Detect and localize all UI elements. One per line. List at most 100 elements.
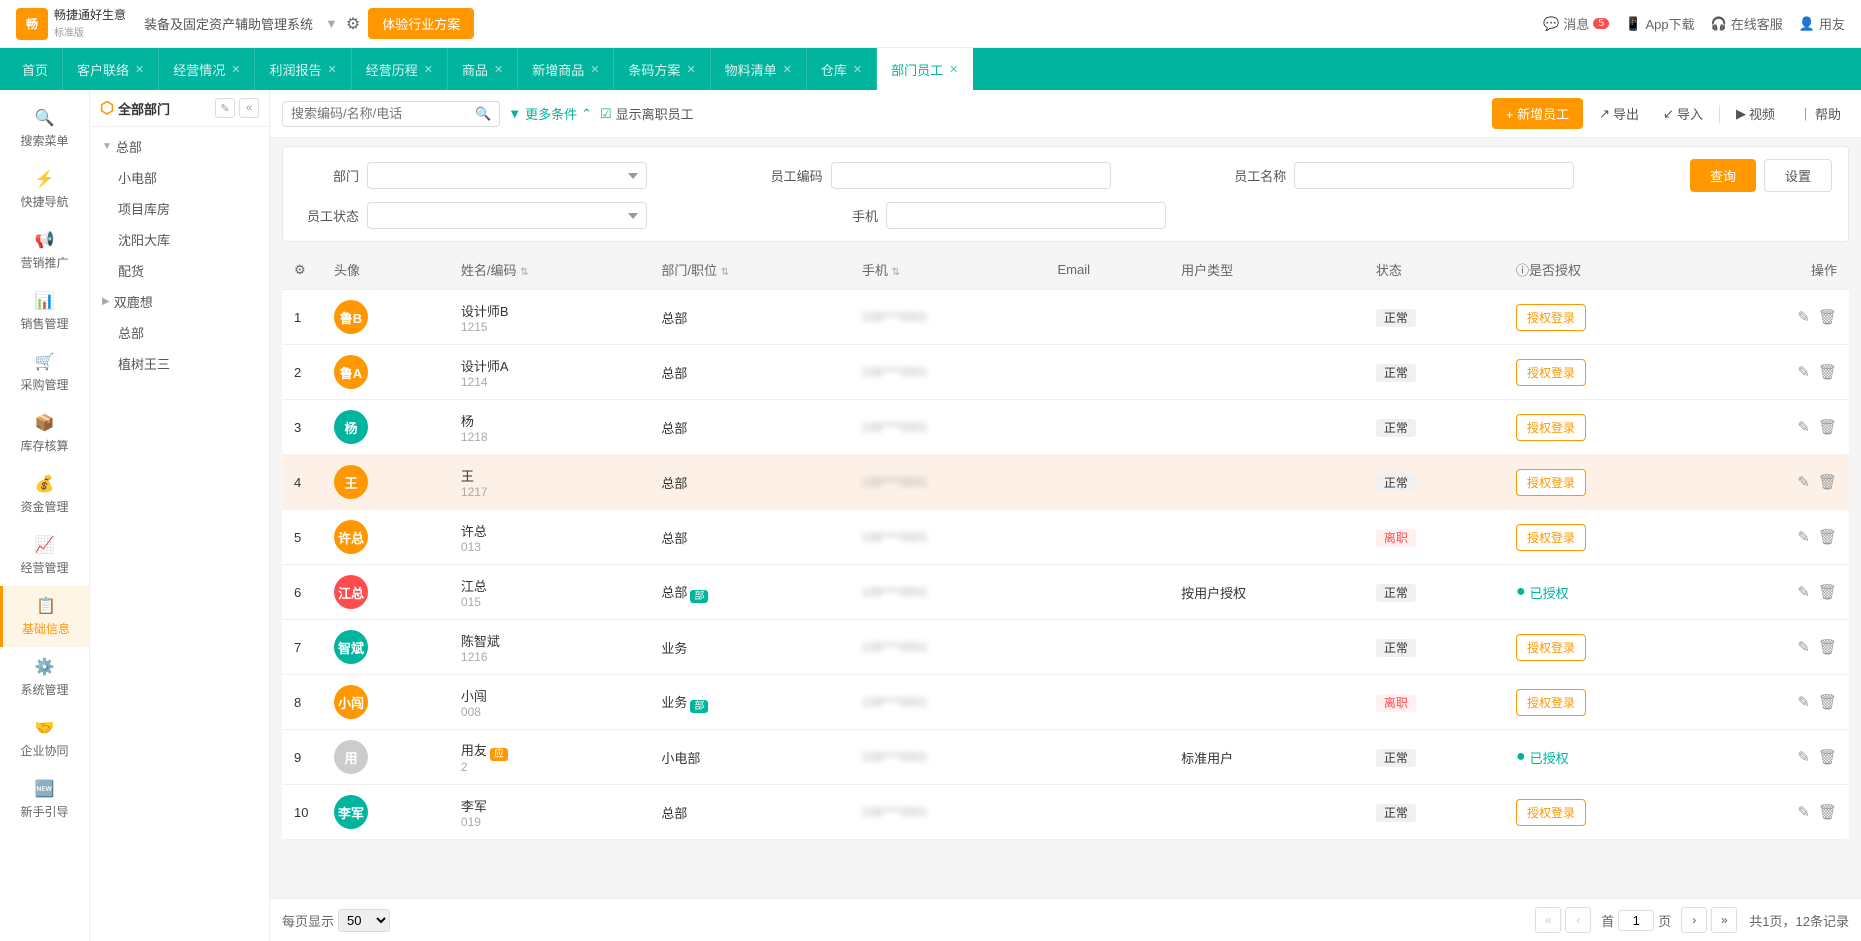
edit-icon[interactable]: ✎ bbox=[1797, 528, 1810, 546]
close-icon[interactable]: ✕ bbox=[135, 63, 144, 76]
query-button[interactable]: 查询 bbox=[1690, 159, 1756, 192]
sidebar-item-basicinfo[interactable]: 📋 基础信息 bbox=[0, 586, 89, 647]
delete-icon[interactable]: 🗑 bbox=[1818, 583, 1837, 601]
first-page-btn[interactable]: « bbox=[1535, 907, 1561, 933]
dropdown-arrow[interactable]: ▼ bbox=[325, 16, 338, 31]
close-icon[interactable]: ✕ bbox=[231, 63, 240, 76]
edit-icon[interactable]: ✎ bbox=[1797, 693, 1810, 711]
dept-all-label[interactable]: 全部部门 bbox=[118, 99, 170, 118]
tab-profit[interactable]: 利润报告 ✕ bbox=[255, 48, 351, 90]
close-icon[interactable]: ✕ bbox=[853, 63, 862, 76]
empname-input[interactable] bbox=[1294, 162, 1574, 189]
auth-button[interactable]: 授权登录 bbox=[1516, 634, 1586, 661]
tab-operations[interactable]: 经营情况 ✕ bbox=[159, 48, 255, 90]
delete-icon[interactable]: 🗑 bbox=[1818, 748, 1837, 766]
dept-collapse-btn[interactable]: « bbox=[239, 98, 259, 118]
reset-button[interactable]: 设置 bbox=[1764, 159, 1832, 192]
dept-node-zongbu2[interactable]: 总部 bbox=[90, 317, 269, 348]
edit-icon[interactable]: ✎ bbox=[1797, 308, 1810, 326]
user-btn[interactable]: 👤 用友 bbox=[1799, 14, 1845, 33]
auth-button[interactable]: 授权登录 bbox=[1516, 524, 1586, 551]
close-icon[interactable]: ✕ bbox=[590, 63, 599, 76]
delete-icon[interactable]: 🗑 bbox=[1818, 473, 1837, 491]
col-settings[interactable]: ⚙ bbox=[282, 250, 322, 290]
message-btn[interactable]: 💬 消息 5 bbox=[1543, 14, 1609, 33]
sidebar-item-guide[interactable]: 🆕 新手引导 bbox=[0, 769, 89, 830]
tab-warehouse[interactable]: 仓库 ✕ bbox=[807, 48, 877, 90]
next-page-btn[interactable]: › bbox=[1681, 907, 1707, 933]
dept-node-shuanglu[interactable]: ▶ 双鹿想 bbox=[90, 286, 269, 317]
sidebar-item-purchase[interactable]: 🛒 采购管理 bbox=[0, 342, 89, 403]
sidebar-item-system[interactable]: ⚙️ 系统管理 bbox=[0, 647, 89, 708]
edit-icon[interactable]: ✎ bbox=[1797, 803, 1810, 821]
delete-icon[interactable]: 🗑 bbox=[1818, 363, 1837, 381]
sidebar-item-search[interactable]: 🔍 搜索菜单 bbox=[0, 98, 89, 159]
dept-node-xiaodian[interactable]: 小电部 bbox=[90, 162, 269, 193]
auth-button[interactable]: 授权登录 bbox=[1516, 304, 1586, 331]
close-icon[interactable]: ✕ bbox=[494, 63, 503, 76]
edit-icon[interactable]: ✎ bbox=[1797, 638, 1810, 656]
delete-icon[interactable]: 🗑 bbox=[1818, 528, 1837, 546]
search-input[interactable] bbox=[291, 106, 471, 121]
tab-home[interactable]: 首页 bbox=[8, 48, 63, 90]
auth-button[interactable]: 授权登录 bbox=[1516, 689, 1586, 716]
add-employee-button[interactable]: + 新增员工 bbox=[1492, 98, 1583, 129]
close-icon[interactable]: ✕ bbox=[424, 63, 433, 76]
tab-history[interactable]: 经营历程 ✕ bbox=[352, 48, 448, 90]
help-btn[interactable]: ｜ 帮助 bbox=[1791, 100, 1849, 127]
edit-icon[interactable]: ✎ bbox=[1797, 363, 1810, 381]
dept-node-shenyang[interactable]: 沈阳大库 bbox=[90, 224, 269, 255]
tab-bom[interactable]: 物料清单 ✕ bbox=[711, 48, 807, 90]
close-icon[interactable]: ✕ bbox=[949, 63, 958, 76]
sidebar-item-marketing[interactable]: 📢 营销推广 bbox=[0, 220, 89, 281]
dept-select[interactable] bbox=[367, 162, 647, 189]
close-icon[interactable]: ✕ bbox=[783, 63, 792, 76]
phone-input[interactable] bbox=[886, 202, 1166, 229]
close-icon[interactable]: ✕ bbox=[686, 63, 695, 76]
edit-icon[interactable]: ✎ bbox=[1797, 473, 1810, 491]
empcode-input[interactable] bbox=[831, 162, 1111, 189]
dept-node-zhishu[interactable]: 植树王三 bbox=[90, 348, 269, 379]
close-icon[interactable]: ✕ bbox=[328, 63, 337, 76]
col-dept[interactable]: 部门/职位 ⇅ bbox=[649, 250, 849, 290]
status-select[interactable] bbox=[367, 202, 647, 229]
auth-button[interactable]: 授权登录 bbox=[1516, 469, 1586, 496]
show-inactive-toggle[interactable]: ☑ 显示离职员工 bbox=[600, 104, 694, 123]
sidebar-item-operations[interactable]: 📈 经营管理 bbox=[0, 525, 89, 586]
auth-button[interactable]: 授权登录 bbox=[1516, 799, 1586, 826]
dept-edit-btn[interactable]: ✎ bbox=[215, 98, 235, 118]
dept-node-zongbu-parent[interactable]: ▼ 总部 bbox=[90, 131, 269, 162]
tab-barcode[interactable]: 条码方案 ✕ bbox=[614, 48, 710, 90]
sidebar-item-sales[interactable]: 📊 销售管理 bbox=[0, 281, 89, 342]
last-page-btn[interactable]: » bbox=[1711, 907, 1737, 933]
export-btn[interactable]: ↗ 导出 bbox=[1591, 100, 1647, 127]
delete-icon[interactable]: 🗑 bbox=[1818, 638, 1837, 656]
dept-node-xiangmu[interactable]: 项目库房 bbox=[90, 193, 269, 224]
view-btn[interactable]: ▶ 视频 bbox=[1728, 100, 1783, 127]
edit-icon[interactable]: ✎ bbox=[1797, 418, 1810, 436]
auth-button[interactable]: 授权登录 bbox=[1516, 414, 1586, 441]
prev-page-btn[interactable]: ‹ bbox=[1565, 907, 1591, 933]
tab-new-goods[interactable]: 新增商品 ✕ bbox=[518, 48, 614, 90]
tab-customer[interactable]: 客户联络 ✕ bbox=[63, 48, 159, 90]
delete-icon[interactable]: 🗑 bbox=[1818, 693, 1837, 711]
dept-node-peihuo[interactable]: 配货 bbox=[90, 255, 269, 286]
col-name[interactable]: 姓名/编码 ⇅ bbox=[449, 250, 649, 290]
app-download-btn[interactable]: 📱 App下载 bbox=[1625, 14, 1694, 33]
sidebar-item-quicknav[interactable]: ⚡ 快捷导航 bbox=[0, 159, 89, 220]
edit-icon[interactable]: ✎ bbox=[1797, 748, 1810, 766]
auth-button[interactable]: 授权登录 bbox=[1516, 359, 1586, 386]
sidebar-item-finance[interactable]: 💰 资金管理 bbox=[0, 464, 89, 525]
edit-icon[interactable]: ✎ bbox=[1797, 583, 1810, 601]
search-icon[interactable]: 🔍 bbox=[475, 106, 491, 122]
settings-icon[interactable]: ⚙ bbox=[346, 14, 360, 34]
page-size-select[interactable]: 50 100 200 bbox=[338, 909, 390, 932]
tab-employees[interactable]: 部门员工 ✕ bbox=[877, 48, 973, 90]
tab-goods[interactable]: 商品 ✕ bbox=[448, 48, 518, 90]
sidebar-item-inventory[interactable]: 📦 库存核算 bbox=[0, 403, 89, 464]
sidebar-item-collab[interactable]: 🤝 企业协同 bbox=[0, 708, 89, 769]
trial-button[interactable]: 体验行业方案 bbox=[368, 8, 474, 39]
more-filter-btn[interactable]: ▼ 更多条件 ⌃ bbox=[508, 104, 592, 123]
import-btn[interactable]: ↙ 导入 bbox=[1655, 100, 1711, 127]
delete-icon[interactable]: 🗑 bbox=[1818, 308, 1837, 326]
